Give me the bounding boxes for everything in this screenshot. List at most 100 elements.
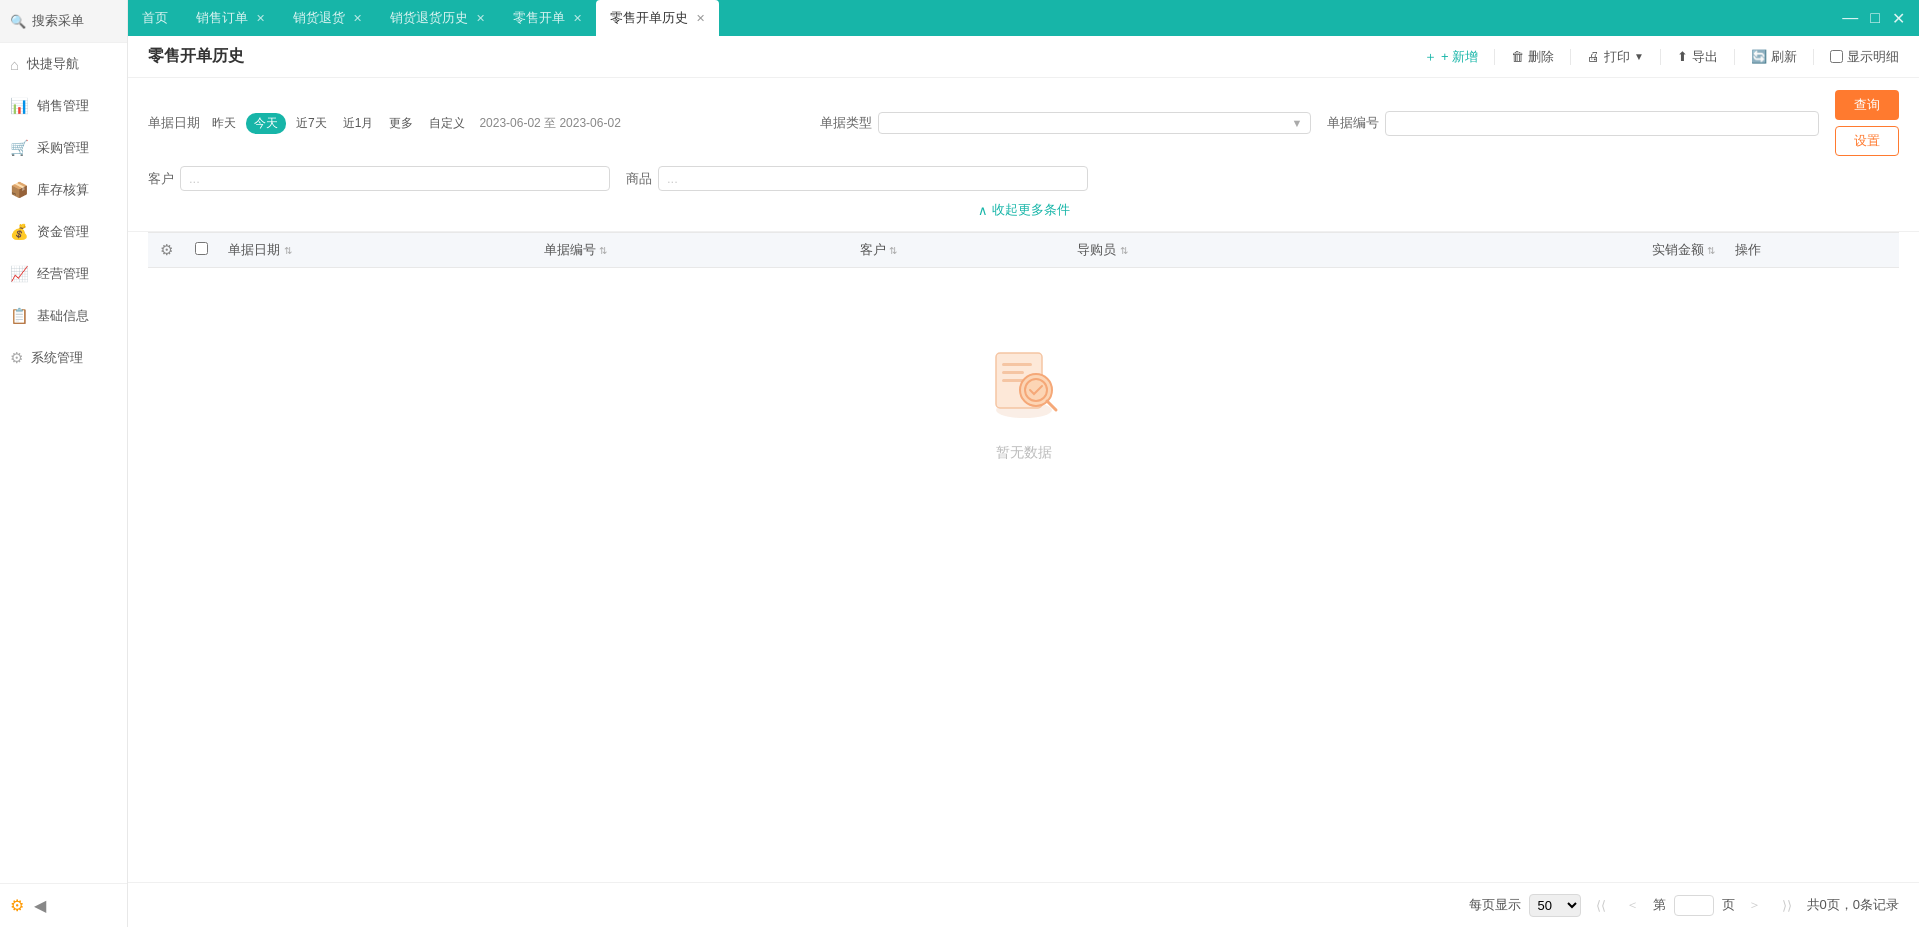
sidebar-item-finance[interactable]: 💰 资金管理 — [0, 211, 127, 253]
customer-label: 客户 — [148, 170, 174, 188]
column-settings-icon[interactable]: ⚙ — [158, 239, 175, 260]
query-button[interactable]: 查询 — [1835, 90, 1899, 120]
print-dropdown-icon: ▼ — [1634, 51, 1644, 62]
print-button[interactable]: 🖨 打印 ▼ — [1587, 48, 1644, 66]
col-customer-label: 客户 — [860, 242, 886, 257]
filter-row-2: 客户 ... 商品 ... — [148, 166, 1899, 191]
settings-button[interactable]: 设置 — [1835, 126, 1899, 156]
date-btn-today[interactable]: 今天 — [246, 113, 286, 134]
tab-retail-open-history-label: 零售开单历史 — [610, 9, 688, 27]
tab-retail-open-history-close[interactable]: ✕ — [696, 12, 705, 25]
sort-date-icon[interactable]: ⇅ — [284, 245, 292, 256]
svg-rect-2 — [1002, 363, 1032, 366]
page-header: 零售开单历史 ＋ + 新增 🗑 删除 🖨 打印 ▼ — [128, 36, 1919, 78]
sidebar-item-label: 销售管理 — [37, 97, 89, 115]
sort-guide-icon[interactable]: ⇅ — [1120, 245, 1128, 256]
sidebar-bottom: ⚙ ◀ — [0, 883, 127, 927]
product-input[interactable]: ... — [658, 166, 1088, 191]
sidebar-item-label: 资金管理 — [37, 223, 89, 241]
tab-sales-return-history-close[interactable]: ✕ — [476, 12, 485, 25]
sidebar-search-label: 搜索采单 — [32, 12, 84, 30]
tab-sales-return-label: 销货退货 — [293, 9, 345, 27]
collapse-button[interactable]: ∧ 收起更多条件 — [148, 201, 1899, 219]
sort-amount-icon[interactable]: ⇅ — [1707, 245, 1715, 256]
tab-sales-return-history[interactable]: 销货退货历史 ✕ — [376, 0, 499, 36]
th-amount: 实销金额 ⇅ — [1409, 233, 1725, 268]
date-btn-more[interactable]: 更多 — [383, 113, 419, 134]
tab-home[interactable]: 首页 — [128, 0, 182, 36]
show-detail-input[interactable] — [1830, 50, 1843, 63]
basic-icon: 📋 — [10, 307, 29, 325]
sidebar-item-basic-info[interactable]: 📋 基础信息 — [0, 295, 127, 337]
add-button[interactable]: ＋ + 新增 — [1424, 48, 1478, 66]
delete-button[interactable]: 🗑 删除 — [1511, 48, 1554, 66]
sidebar-item-inventory[interactable]: 📦 库存核算 — [0, 169, 127, 211]
sidebar-search[interactable]: 🔍 搜索采单 — [0, 0, 127, 43]
date-filter-label: 单据日期 — [148, 114, 200, 132]
gear-bottom-icon[interactable]: ⚙ — [10, 896, 24, 915]
table-container: ⚙ 单据日期 ⇅ 单据编号 ⇅ — [148, 232, 1899, 882]
delete-icon: 🗑 — [1511, 49, 1524, 64]
sidebar-item-ops-mgmt[interactable]: 📈 经营管理 — [0, 253, 127, 295]
empty-illustration — [974, 328, 1074, 428]
filter-doc-type: 单据类型 ▼ — [820, 112, 1312, 134]
th-settings: ⚙ — [148, 233, 185, 268]
date-btn-yesterday[interactable]: 昨天 — [206, 113, 242, 134]
close-button[interactable]: ✕ — [1888, 7, 1909, 30]
tab-retail-open-history[interactable]: 零售开单历史 ✕ — [596, 0, 719, 36]
filter-doc-no: 单据编号 — [1327, 111, 1819, 136]
tab-sales-order[interactable]: 销售订单 ✕ — [182, 0, 279, 36]
doc-type-label: 单据类型 — [820, 114, 872, 132]
query-buttons: 查询 设置 — [1835, 90, 1899, 156]
prev-page-button[interactable]: ＜ — [1621, 893, 1645, 917]
sidebar-item-sales-mgmt[interactable]: 📊 销售管理 — [0, 85, 127, 127]
print-icon: 🖨 — [1587, 49, 1600, 64]
add-icon: ＋ — [1424, 48, 1437, 66]
sort-no-icon[interactable]: ⇅ — [599, 245, 607, 256]
divider-3 — [1660, 49, 1661, 65]
last-page-button[interactable]: ⟩⟩ — [1775, 893, 1799, 917]
doc-type-select[interactable]: ▼ — [878, 112, 1312, 134]
refresh-icon: 🔄 — [1751, 49, 1767, 64]
date-btn-custom[interactable]: 自定义 — [423, 113, 471, 134]
sidebar-item-quick-nav[interactable]: ⌂ 快捷导航 — [0, 43, 127, 85]
table-area: ⚙ 单据日期 ⇅ 单据编号 ⇅ — [128, 232, 1919, 882]
date-btn-1month[interactable]: 近1月 — [337, 113, 380, 134]
page-number-input[interactable]: 1 — [1674, 895, 1714, 916]
content-area: 零售开单历史 ＋ + 新增 🗑 删除 🖨 打印 ▼ — [128, 36, 1919, 927]
tab-sales-return-close[interactable]: ✕ — [353, 12, 362, 25]
sidebar-item-sys-mgmt[interactable]: ⚙ 系统管理 — [0, 337, 127, 379]
next-page-button[interactable]: ＞ — [1743, 893, 1767, 917]
sort-customer-icon[interactable]: ⇅ — [889, 245, 897, 256]
sidebar-nav: ⌂ 快捷导航 📊 销售管理 🛒 采购管理 📦 库存核算 💰 资金管理 📈 经营管… — [0, 43, 127, 883]
doc-no-input[interactable] — [1385, 111, 1819, 136]
tab-sales-return[interactable]: 销货退货 ✕ — [279, 0, 376, 36]
sidebar-item-label: 系统管理 — [31, 349, 83, 367]
top-tabs: 首页 销售订单 ✕ 销货退货 ✕ 销货退货历史 ✕ 零售开单 ✕ 零售开单历史 … — [128, 0, 1919, 36]
sidebar-item-purchase-mgmt[interactable]: 🛒 采购管理 — [0, 127, 127, 169]
per-page-label: 每页显示 — [1469, 896, 1521, 914]
tab-sales-return-history-label: 销货退货历史 — [390, 9, 468, 27]
settings-icon: ⚙ — [10, 349, 23, 367]
select-all-checkbox[interactable] — [195, 242, 208, 255]
tab-sales-order-close[interactable]: ✕ — [256, 12, 265, 25]
show-detail-checkbox[interactable]: 显示明细 — [1830, 48, 1899, 66]
empty-text: 暂无数据 — [996, 444, 1052, 462]
tab-retail-open[interactable]: 零售开单 ✕ — [499, 0, 596, 36]
maximize-button[interactable]: □ — [1866, 7, 1884, 29]
filter-product: 商品 ... — [626, 166, 1088, 191]
export-button[interactable]: ⬆ 导出 — [1677, 48, 1718, 66]
per-page-select[interactable]: 50 100 200 — [1529, 894, 1581, 917]
chevron-down-icon: ▼ — [1291, 117, 1302, 129]
page-label: 第 — [1653, 896, 1666, 914]
ops-icon: 📈 — [10, 265, 29, 283]
tab-retail-open-close[interactable]: ✕ — [573, 12, 582, 25]
collapse-sidebar-icon[interactable]: ◀ — [34, 896, 46, 915]
refresh-button[interactable]: 🔄 刷新 — [1751, 48, 1797, 66]
filter-date: 单据日期 昨天 今天 近7天 近1月 更多 自定义 2023-06-02 至 2… — [148, 113, 804, 134]
first-page-button[interactable]: ⟨⟨ — [1589, 893, 1613, 917]
customer-input[interactable]: ... — [180, 166, 610, 191]
date-buttons: 昨天 今天 近7天 近1月 更多 自定义 2023-06-02 至 2023-0… — [206, 113, 621, 134]
minimize-button[interactable]: — — [1838, 7, 1862, 29]
date-btn-7days[interactable]: 近7天 — [290, 113, 333, 134]
